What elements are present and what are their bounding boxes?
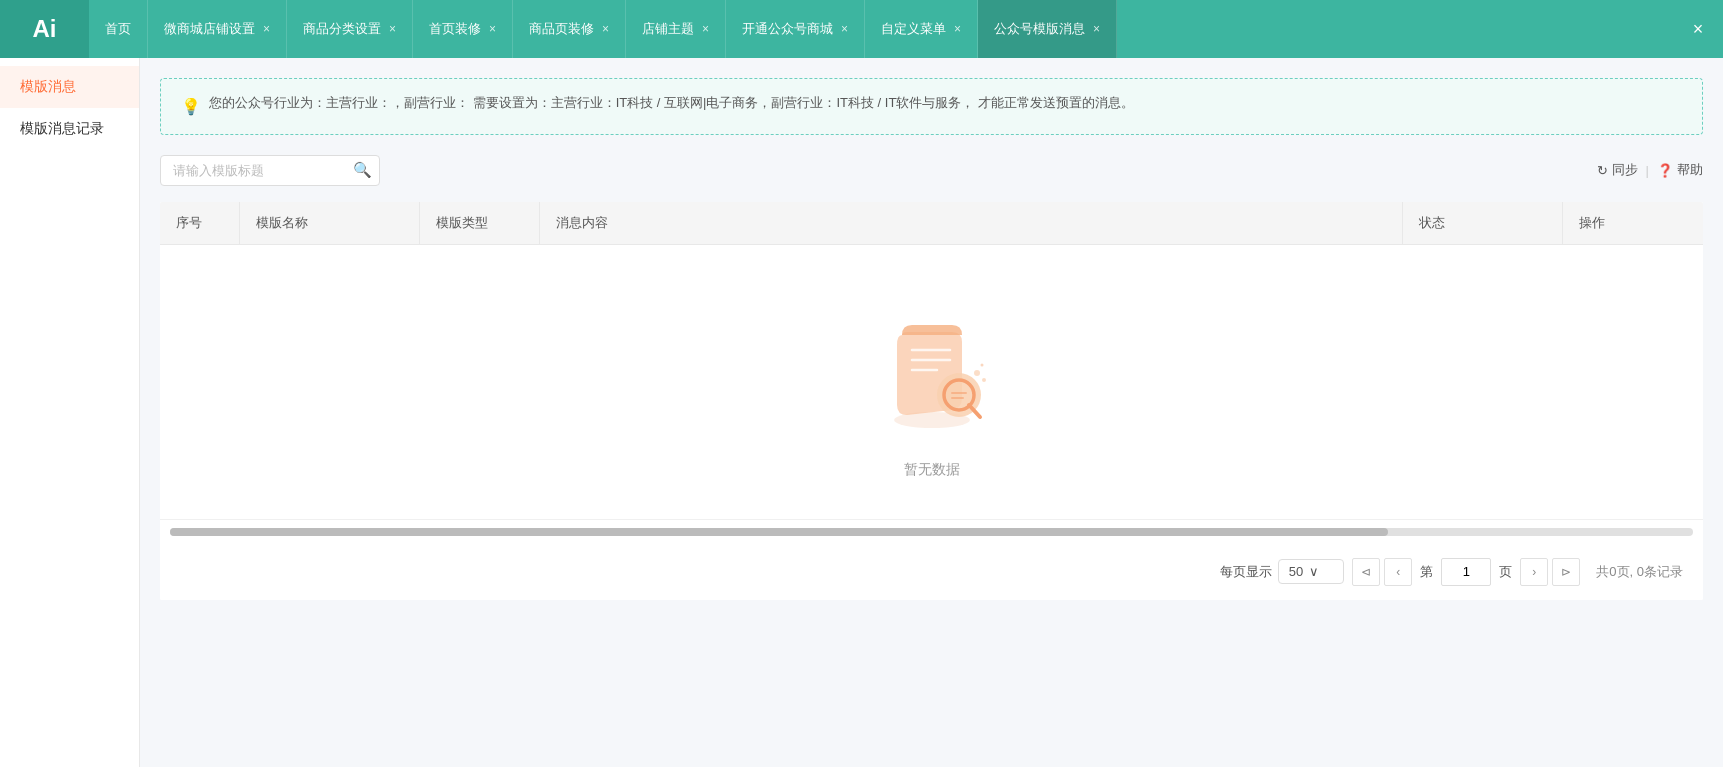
tab-template-message[interactable]: 公众号模版消息 × bbox=[978, 0, 1117, 58]
search-input[interactable] bbox=[160, 155, 380, 186]
tab-label-template-message: 公众号模版消息 bbox=[994, 20, 1085, 38]
table-header: 序号 模版名称 模版类型 消息内容 状态 操作 bbox=[160, 202, 1703, 245]
col-action: 操作 bbox=[1563, 202, 1703, 244]
tab-close-open-mall[interactable]: × bbox=[841, 22, 848, 36]
notice-suffix: 才能正常发送预置的消息。 bbox=[978, 95, 1134, 110]
svg-point-9 bbox=[974, 370, 980, 376]
tab-home-decoration[interactable]: 首页装修 × bbox=[413, 0, 513, 58]
layout: 模版消息模版消息记录 💡 您的公众号行业为：主营行业：，副营行业： 需要设置为：… bbox=[0, 58, 1723, 767]
notice-box: 💡 您的公众号行业为：主营行业：，副营行业： 需要设置为：主营行业：IT科技 /… bbox=[160, 78, 1703, 135]
last-page-button[interactable]: ⊳ bbox=[1552, 558, 1580, 586]
tab-close-category-settings[interactable]: × bbox=[389, 22, 396, 36]
tab-close-shop-settings[interactable]: × bbox=[263, 22, 270, 36]
horizontal-scrollbar[interactable] bbox=[170, 528, 1693, 536]
tab-custom-menu[interactable]: 自定义菜单 × bbox=[865, 0, 978, 58]
divider: | bbox=[1646, 163, 1649, 178]
notice-icon: 💡 bbox=[181, 94, 201, 120]
next-page-button[interactable]: › bbox=[1520, 558, 1548, 586]
tab-label-store-theme: 店铺主题 bbox=[642, 20, 694, 38]
tab-shop-settings[interactable]: 微商城店铺设置 × bbox=[148, 0, 287, 58]
search-input-wrap: 🔍 bbox=[160, 155, 380, 186]
window-close-button[interactable]: × bbox=[1673, 0, 1723, 58]
page-controls: ⊲ ‹ 第 页 › ⊳ bbox=[1352, 558, 1580, 586]
tab-label-shop-settings: 微商城店铺设置 bbox=[164, 20, 255, 38]
prev-page-button[interactable]: ‹ bbox=[1384, 558, 1412, 586]
search-left: 🔍 bbox=[160, 155, 380, 186]
sidebar: 模版消息模版消息记录 bbox=[0, 58, 140, 767]
first-page-button[interactable]: ⊲ bbox=[1352, 558, 1380, 586]
empty-state: 暂无数据 bbox=[160, 245, 1703, 519]
tab-label-home: 首页 bbox=[105, 20, 131, 38]
scrollbar-thumb bbox=[170, 528, 1388, 536]
tab-close-custom-menu[interactable]: × bbox=[954, 22, 961, 36]
tab-store-theme[interactable]: 店铺主题 × bbox=[626, 0, 726, 58]
dropdown-arrow-icon: ∨ bbox=[1309, 564, 1319, 579]
top-nav: Ai 首页微商城店铺设置×商品分类设置×首页装修×商品页装修×店铺主题×开通公众… bbox=[0, 0, 1723, 58]
col-name: 模版名称 bbox=[240, 202, 420, 244]
tab-label-home-decoration: 首页装修 bbox=[429, 20, 481, 38]
col-type: 模版类型 bbox=[420, 202, 540, 244]
tab-label-custom-menu: 自定义菜单 bbox=[881, 20, 946, 38]
help-button[interactable]: ❓ 帮助 bbox=[1657, 161, 1703, 179]
tab-open-mall[interactable]: 开通公众号商城 × bbox=[726, 0, 865, 58]
tab-product-decoration[interactable]: 商品页装修 × bbox=[513, 0, 626, 58]
per-page-select: 每页显示 50 ∨ bbox=[1220, 559, 1344, 584]
nav-tabs: 首页微商城店铺设置×商品分类设置×首页装修×商品页装修×店铺主题×开通公众号商城… bbox=[89, 0, 1673, 58]
empty-text: 暂无数据 bbox=[904, 461, 960, 479]
page-label: 第 bbox=[1420, 563, 1433, 581]
per-page-label: 每页显示 bbox=[1220, 563, 1272, 581]
scrollbar-area[interactable] bbox=[160, 519, 1703, 544]
svg-point-10 bbox=[982, 378, 986, 382]
search-right: ↻ 同步 | ❓ 帮助 bbox=[1597, 161, 1703, 179]
tab-label-product-decoration: 商品页装修 bbox=[529, 20, 594, 38]
tab-label-open-mall: 开通公众号商城 bbox=[742, 20, 833, 38]
search-button[interactable]: 🔍 bbox=[353, 161, 372, 179]
per-page-value: 50 bbox=[1289, 564, 1303, 579]
col-content: 消息内容 bbox=[540, 202, 1403, 244]
page-input[interactable] bbox=[1441, 558, 1491, 586]
col-seq: 序号 bbox=[160, 202, 240, 244]
tab-close-store-theme[interactable]: × bbox=[702, 22, 709, 36]
notice-text: 您的公众号行业为：主营行业：，副营行业： 需要设置为：主营行业：IT科技 / 互… bbox=[209, 93, 1134, 114]
table-wrap: 序号 模版名称 模版类型 消息内容 状态 操作 bbox=[160, 202, 1703, 600]
main-content: 💡 您的公众号行业为：主营行业：，副营行业： 需要设置为：主营行业：IT科技 /… bbox=[140, 58, 1723, 767]
help-label: 帮助 bbox=[1677, 161, 1703, 179]
help-icon: ❓ bbox=[1657, 163, 1673, 178]
notice-prefix: 您的公众号行业为：主营行业：，副营行业： bbox=[209, 95, 469, 110]
per-page-dropdown[interactable]: 50 ∨ bbox=[1278, 559, 1344, 584]
page-unit: 页 bbox=[1499, 563, 1512, 581]
notice-highlight: 需要设置为：主营行业：IT科技 / 互联网|电子商务，副营行业：IT科技 / I… bbox=[473, 95, 975, 110]
total-info: 共0页, 0条记录 bbox=[1596, 563, 1683, 581]
col-status: 状态 bbox=[1403, 202, 1563, 244]
sync-label: 同步 bbox=[1612, 161, 1638, 179]
sidebar-item-template-record[interactable]: 模版消息记录 bbox=[0, 108, 139, 150]
sidebar-item-template-msg[interactable]: 模版消息 bbox=[0, 66, 139, 108]
sync-icon: ↻ bbox=[1597, 163, 1608, 178]
empty-icon bbox=[862, 305, 1002, 445]
tab-home[interactable]: 首页 bbox=[89, 0, 148, 58]
logo: Ai bbox=[0, 0, 89, 58]
tab-category-settings[interactable]: 商品分类设置 × bbox=[287, 0, 413, 58]
tab-close-template-message[interactable]: × bbox=[1093, 22, 1100, 36]
search-bar: 🔍 ↻ 同步 | ❓ 帮助 bbox=[160, 155, 1703, 186]
tab-close-product-decoration[interactable]: × bbox=[602, 22, 609, 36]
tab-label-category-settings: 商品分类设置 bbox=[303, 20, 381, 38]
sync-button[interactable]: ↻ 同步 bbox=[1597, 161, 1638, 179]
tab-close-home-decoration[interactable]: × bbox=[489, 22, 496, 36]
svg-point-11 bbox=[980, 363, 983, 366]
pagination: 每页显示 50 ∨ ⊲ ‹ 第 页 › ⊳ 共0页, 0条记录 bbox=[160, 544, 1703, 600]
